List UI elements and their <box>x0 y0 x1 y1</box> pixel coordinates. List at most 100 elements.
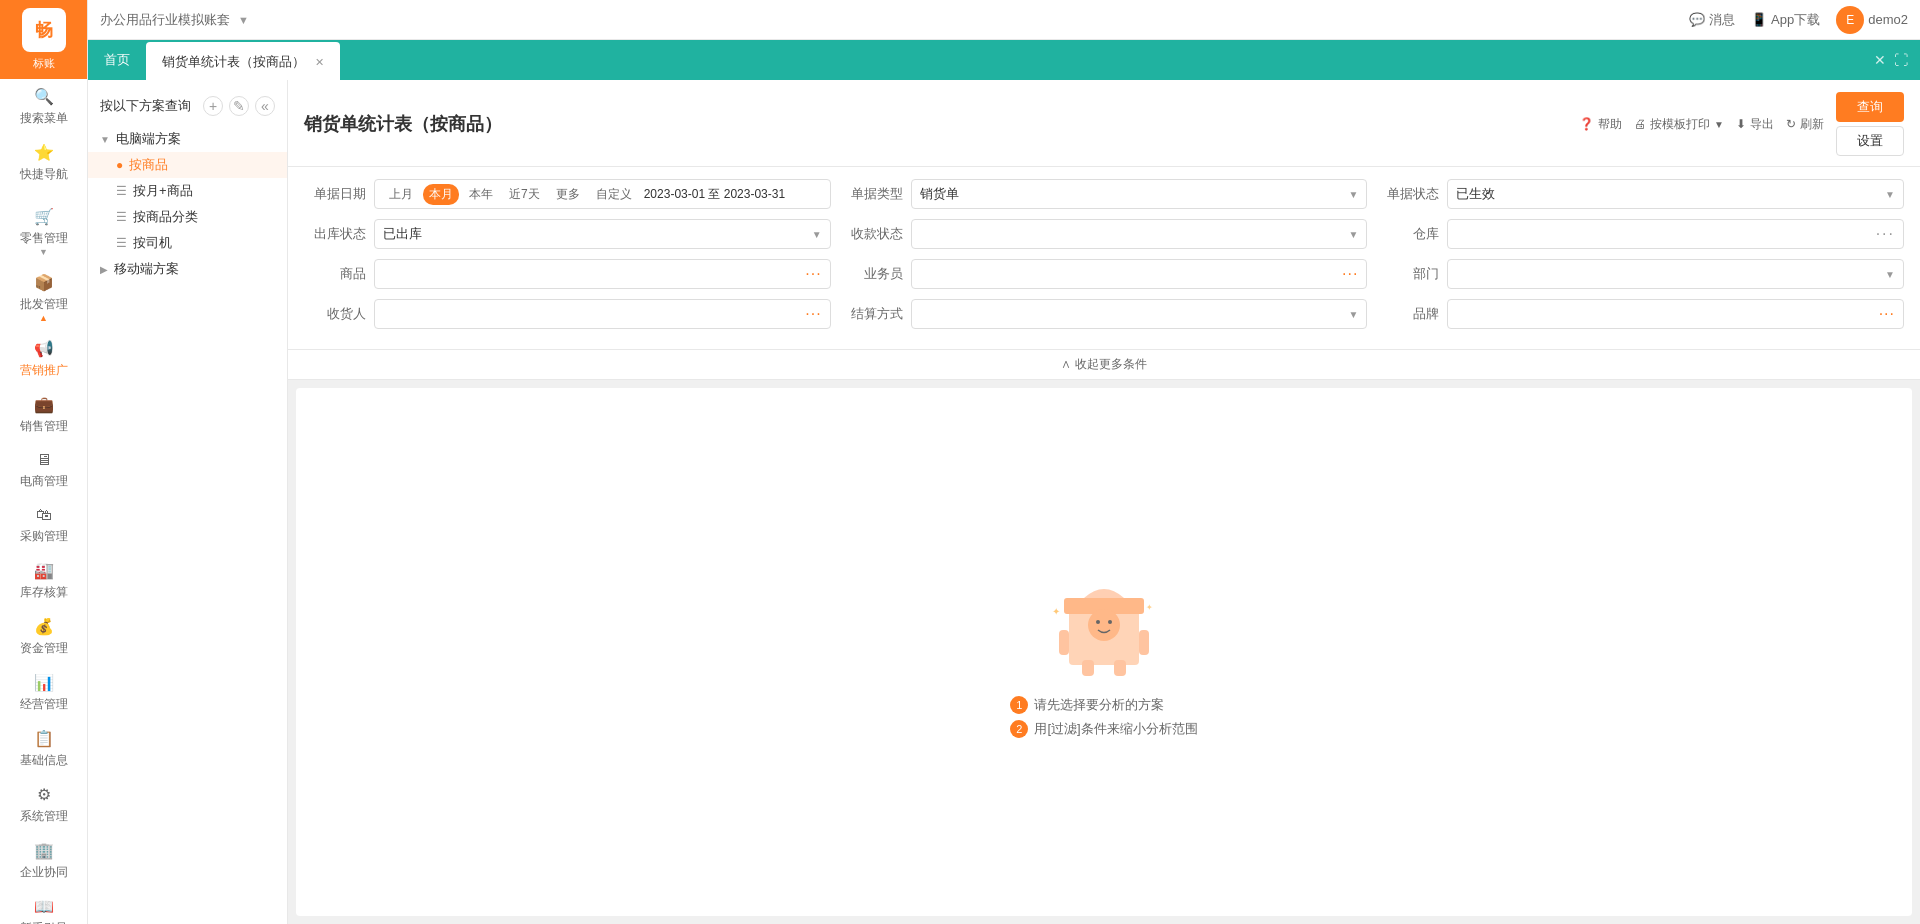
sidebar-item-ecommerce[interactable]: 🖥 电商管理 <box>0 443 87 498</box>
filter-row-2: 出库状态 已出库 ▼ 收款状态 ▼ <box>304 219 1904 249</box>
date-tab-more[interactable]: 更多 <box>550 184 586 205</box>
edit-scheme-btn[interactable]: ✎ <box>229 96 249 116</box>
collapse-panel-btn[interactable]: « <box>255 96 275 116</box>
left-panel-header: 按以下方案查询 + ✎ « <box>88 90 287 122</box>
tree-child-by-month-product[interactable]: ☰ 按月+商品 <box>88 178 287 204</box>
sidebar-label-wholesale: 批发管理 <box>20 296 68 313</box>
sidebar-label-sales: 销售管理 <box>20 418 68 435</box>
left-panel-actions: + ✎ « <box>203 96 275 116</box>
brand-control[interactable]: ··· <box>1447 299 1904 329</box>
sidebar-item-guide[interactable]: 📖 新手引导 <box>0 889 87 924</box>
page-title-row: 销货单统计表（按商品） ❓ 帮助 🖨 按模板打印 ▼ <box>304 92 1904 156</box>
date-tab-custom[interactable]: 自定义 <box>590 184 638 205</box>
sidebar-item-operations[interactable]: 📊 经营管理 <box>0 665 87 721</box>
tree-child-category-label: 按商品分类 <box>133 208 198 226</box>
app-logo[interactable]: 畅 标账 <box>0 0 87 79</box>
empty-text: 1 请先选择要分析的方案 2 用[过滤]条件来缩小分析范围 <box>1010 696 1197 744</box>
close-window-icon[interactable]: ✕ <box>1874 52 1886 68</box>
enterprise-icon: 🏢 <box>34 841 54 860</box>
svg-rect-8 <box>1114 660 1126 676</box>
receiver-control[interactable]: ··· <box>374 299 831 329</box>
tree-section: ▼ 电脑端方案 ● 按商品 ☰ 按月+商品 ☰ 按商品分类 ☰ 按司机 <box>88 122 287 286</box>
filter-date-item: 单据日期 上月 本月 本年 近7天 更多 自定义 20 <box>304 179 831 209</box>
message-btn[interactable]: 💬 消息 <box>1689 11 1735 29</box>
salesperson-control[interactable]: ··· <box>911 259 1368 289</box>
empty-state: ✦ ✦ 1 请先选择要分析的方案 2 用[过滤]条件来缩小分析范围 <box>296 388 1912 916</box>
date-tab-thismonth[interactable]: 本月 <box>423 184 459 205</box>
sidebar-item-retail[interactable]: 🛒 零售管理 ▼ <box>0 199 87 265</box>
sidebar-item-wholesale[interactable]: 📦 批发管理 ▲ <box>0 265 87 331</box>
filter-goods-item: 商品 ··· <box>304 259 831 289</box>
settlement-control[interactable]: ▼ <box>911 299 1368 329</box>
sidebar-label-marketing: 营销推广 <box>20 362 68 379</box>
print-icon: 🖨 <box>1634 117 1646 131</box>
product-scheme-icon: ● <box>116 158 123 172</box>
retail-expand-icon: ▼ <box>39 247 48 257</box>
tree-child-driver-label: 按司机 <box>133 234 172 252</box>
logo-icon: 畅 <box>22 8 66 52</box>
goods-label: 商品 <box>304 265 374 283</box>
type-dropdown-arrow: ▼ <box>1348 189 1358 200</box>
receive-status-control[interactable]: ▼ <box>911 219 1368 249</box>
template-print-btn[interactable]: 🖨 按模板打印 ▼ <box>1634 116 1724 133</box>
filter-wrapper: 销货单统计表（按商品） ❓ 帮助 🖨 按模板打印 ▼ <box>288 80 1920 380</box>
search-button[interactable]: 查询 <box>1836 92 1904 122</box>
tree-child-by-category[interactable]: ☰ 按商品分类 <box>88 204 287 230</box>
help-btn[interactable]: ❓ 帮助 <box>1579 116 1622 133</box>
type-filter-control[interactable]: 销货单 ▼ <box>911 179 1368 209</box>
refresh-btn[interactable]: ↻ 刷新 <box>1786 116 1824 133</box>
goods-control[interactable]: ··· <box>374 259 831 289</box>
sidebar-item-enterprise[interactable]: 🏢 企业协同 <box>0 833 87 889</box>
sidebar-item-shortcut[interactable]: ⭐ 快捷导航 <box>0 135 87 191</box>
collapse-bar[interactable]: ∧ 收起更多条件 <box>288 350 1920 380</box>
filter-type-item: 单据类型 销货单 ▼ <box>841 179 1368 209</box>
sidebar-item-inventory[interactable]: 🏭 库存核算 <box>0 553 87 609</box>
avatar: E <box>1836 6 1864 34</box>
settings-button[interactable]: 设置 <box>1836 126 1904 156</box>
out-status-control[interactable]: 已出库 ▼ <box>374 219 831 249</box>
sidebar-label-finance: 资金管理 <box>20 640 68 657</box>
tab-sales-label: 销货单统计表（按商品） <box>162 53 305 71</box>
sidebar-item-system[interactable]: ⚙ 系统管理 <box>0 777 87 833</box>
date-tab-last7days[interactable]: 近7天 <box>503 184 546 205</box>
sidebar-label-shortcut: 快捷导航 <box>20 166 68 183</box>
out-status-label: 出库状态 <box>304 225 374 243</box>
sidebar-label-operations: 经营管理 <box>20 696 68 713</box>
receive-status-label: 收款状态 <box>841 225 911 243</box>
industry-label: 办公用品行业模拟账套 <box>100 11 230 29</box>
tip-number-2: 2 <box>1010 720 1028 738</box>
sidebar-item-basic[interactable]: 📋 基础信息 <box>0 721 87 777</box>
empty-svg-icon: ✦ ✦ <box>1044 560 1164 680</box>
out-status-value: 已出库 <box>383 225 422 243</box>
tab-home[interactable]: 首页 <box>88 40 146 80</box>
avatar-initial: E <box>1846 13 1854 27</box>
dept-control[interactable]: ▼ <box>1447 259 1904 289</box>
app-download-btn[interactable]: 📱 App下载 <box>1751 11 1820 29</box>
add-scheme-btn[interactable]: + <box>203 96 223 116</box>
sidebar-item-finance[interactable]: 💰 资金管理 <box>0 609 87 665</box>
date-filter-control[interactable]: 上月 本月 本年 近7天 更多 自定义 2023-03-01 至 2023-03… <box>374 179 831 209</box>
export-btn[interactable]: ⬇ 导出 <box>1736 116 1774 133</box>
maximize-window-icon[interactable]: ⛶ <box>1894 52 1908 68</box>
sidebar-label-system: 系统管理 <box>20 808 68 825</box>
tree-child-by-driver[interactable]: ☰ 按司机 <box>88 230 287 256</box>
guide-icon: 📖 <box>34 897 54 916</box>
system-icon: ⚙ <box>37 785 51 804</box>
sidebar-item-purchase[interactable]: 🛍 采购管理 <box>0 498 87 553</box>
tab-sales-stats[interactable]: 销货单统计表（按商品） ✕ <box>146 42 340 82</box>
tab-close-btn[interactable]: ✕ <box>315 56 324 69</box>
sidebar-item-marketing[interactable]: 📢 营销推广 <box>0 331 87 387</box>
tip-number-1: 1 <box>1010 696 1028 714</box>
status-filter-control[interactable]: 已生效 ▼ <box>1447 179 1904 209</box>
filter-settlement-item: 结算方式 ▼ <box>841 299 1368 329</box>
tree-parent-pc[interactable]: ▼ 电脑端方案 <box>88 126 287 152</box>
warehouse-control[interactable]: ··· <box>1447 219 1904 249</box>
date-tab-thisyear[interactable]: 本年 <box>463 184 499 205</box>
tree-parent-mobile[interactable]: ▶ 移动端方案 <box>88 256 287 282</box>
tree-child-by-product[interactable]: ● 按商品 <box>88 152 287 178</box>
sidebar-item-sales[interactable]: 💼 销售管理 <box>0 387 87 443</box>
sidebar-item-search[interactable]: 🔍 搜索菜单 <box>0 79 87 135</box>
user-area[interactable]: E demo2 <box>1836 6 1908 34</box>
svg-point-4 <box>1108 620 1112 624</box>
date-tab-lastmonth[interactable]: 上月 <box>383 184 419 205</box>
